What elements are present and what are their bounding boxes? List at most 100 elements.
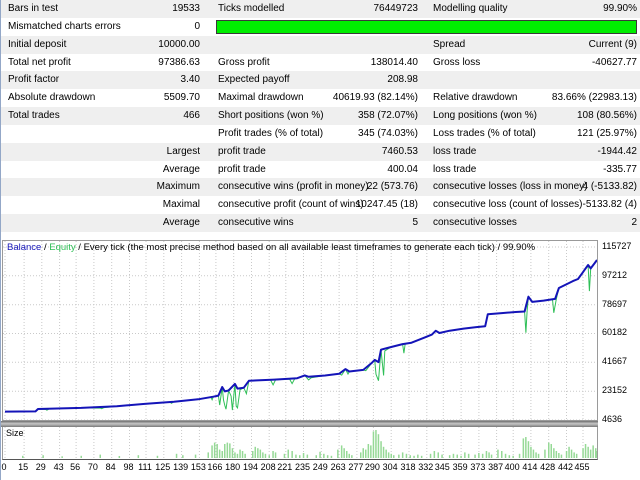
x-tick-label: 428	[540, 462, 556, 472]
stat-value: 40619.93 (82.14%)	[332, 92, 418, 104]
size-bar	[478, 453, 480, 458]
size-bar	[508, 455, 511, 458]
report-row: Average consecutive wins 5 consecutive loss…	[1, 214, 640, 232]
y-tick-label: 4636	[602, 414, 623, 424]
size-bar	[464, 452, 466, 458]
size-bar	[587, 446, 589, 458]
x-tick-label: 153	[190, 462, 206, 472]
size-bar	[370, 445, 372, 458]
x-tick-label: 400	[504, 462, 520, 472]
report-cell-group: consecutive losses 2	[421, 214, 640, 232]
stat-value: 4 (-5133.82)	[582, 181, 637, 193]
stat-label: Short positions (won %)	[218, 110, 324, 122]
report-row: Largest profit trade 7460.53 loss trade -194…	[1, 142, 640, 161]
stat-value: 121 (25.97%)	[576, 127, 637, 139]
stat-label: Loss trades (% of total)	[433, 127, 536, 139]
size-bar	[584, 444, 587, 458]
report-cell-group: Modelling quality 99.90%	[421, 0, 640, 18]
size-bar	[262, 452, 264, 458]
stat-value: 0	[194, 20, 200, 32]
size-bar	[398, 454, 400, 458]
size-bar	[448, 455, 451, 458]
size-bar	[287, 449, 289, 458]
size-bar	[264, 453, 267, 458]
stat-label: consecutive losses	[433, 217, 517, 229]
size-bar	[254, 446, 256, 458]
size-bar	[362, 448, 364, 458]
report-cell-group: Spread Current (9)	[421, 36, 640, 54]
size-bar	[537, 453, 540, 458]
x-tick-label: 180	[225, 462, 241, 472]
size-bar	[409, 455, 411, 458]
size-bar	[501, 451, 503, 458]
y-tick-label: 115727	[602, 241, 632, 251]
report-cell-group: Short positions (won %) 358 (72.07%)	[206, 107, 421, 125]
size-bar	[573, 452, 575, 458]
y-tick-label: 60182	[602, 327, 628, 338]
x-tick-label: 235	[294, 462, 311, 472]
report-row: Maximal consecutive profit (count of wins…	[1, 196, 640, 215]
x-tick-label: 29	[35, 462, 46, 472]
size-bar	[467, 453, 470, 458]
stat-label: Profit factor	[8, 74, 60, 86]
size-bar	[360, 452, 362, 458]
x-tick-label: 139	[173, 462, 189, 472]
x-axis-labels: 0 15 29 43 56 70 84 98 111 125 139 153 166 180 194 208 2…	[1, 461, 622, 475]
stat-value: -5133.82 (4)	[582, 199, 637, 211]
size-bar	[118, 456, 121, 458]
stat-value: 3.40	[180, 74, 200, 86]
report-row: Absolute drawdown 5509.70 Maximal drawdown…	[1, 89, 640, 108]
x-tick-label: 359	[452, 462, 468, 472]
stat-label: Spread	[433, 38, 466, 50]
size-bar	[589, 449, 592, 458]
size-bar	[229, 443, 231, 458]
report-cell-group: Long positions (won %) 108 (80.56%)	[421, 107, 640, 125]
size-bar	[231, 448, 234, 458]
size-bar	[299, 455, 301, 458]
size-bar	[558, 453, 560, 458]
report-cell-group: Gross profit 138014.40	[206, 54, 421, 72]
report-cell-group: Expected payoff 208.98	[206, 71, 421, 89]
stat-label: loss trade	[433, 163, 477, 175]
size-bar	[346, 451, 348, 458]
size-bar	[497, 449, 499, 458]
size-bar	[532, 449, 535, 458]
size-bar	[570, 449, 573, 458]
chart-legend: Balance / Equity / Every tick (the most …	[7, 242, 535, 253]
x-tick-label: 263	[330, 462, 346, 472]
size-bar	[182, 455, 184, 458]
size-bar	[337, 449, 339, 458]
size-bar	[218, 449, 221, 458]
size-bar	[326, 455, 329, 458]
report-cell-group: consecutive profit (count of wins) 10247.…	[206, 196, 421, 214]
balance-equity-plot: Balance / Equity / Every tick (the most …	[2, 240, 598, 421]
report-cell-group: Relative drawdown 83.66% (22983.13)	[421, 89, 640, 107]
size-bar	[330, 455, 333, 458]
size-bar	[239, 449, 241, 458]
report-cell-group: consecutive losses (loss in money) 4 (-51…	[421, 178, 640, 196]
size-bar	[582, 448, 584, 458]
report-row: Mismatched charts errors 0	[1, 17, 640, 36]
lot-size-panel: Size	[2, 427, 598, 460]
size-bar	[319, 451, 321, 458]
stat-value: 466	[183, 110, 200, 122]
size-bar	[194, 454, 197, 458]
report-cell-group	[1, 125, 206, 143]
report-cell-group: consecutive loss (count of losses) -5133.…	[421, 196, 640, 214]
stat-value: 138014.40	[370, 56, 418, 68]
size-bar	[596, 451, 597, 458]
report-cell-group: profit trade 7460.53	[206, 143, 421, 161]
stat-label: Modelling quality	[433, 3, 508, 14]
size-bar	[302, 453, 305, 458]
report-row: Total net profit 97386.63 Gross profit 1380…	[1, 53, 640, 72]
stat-label: Relative drawdown	[433, 92, 518, 104]
stat-value: 83.66% (22983.13)	[551, 92, 637, 104]
stat-label: Long positions (won %)	[433, 110, 537, 122]
size-bar	[252, 451, 254, 458]
size-bar	[390, 453, 392, 458]
x-tick-label: 249	[312, 462, 328, 472]
x-tick-label: 304	[382, 462, 398, 472]
report-cell-group: Profit factor 3.40	[1, 71, 206, 89]
size-bar	[512, 455, 514, 458]
size-bar	[380, 441, 382, 458]
